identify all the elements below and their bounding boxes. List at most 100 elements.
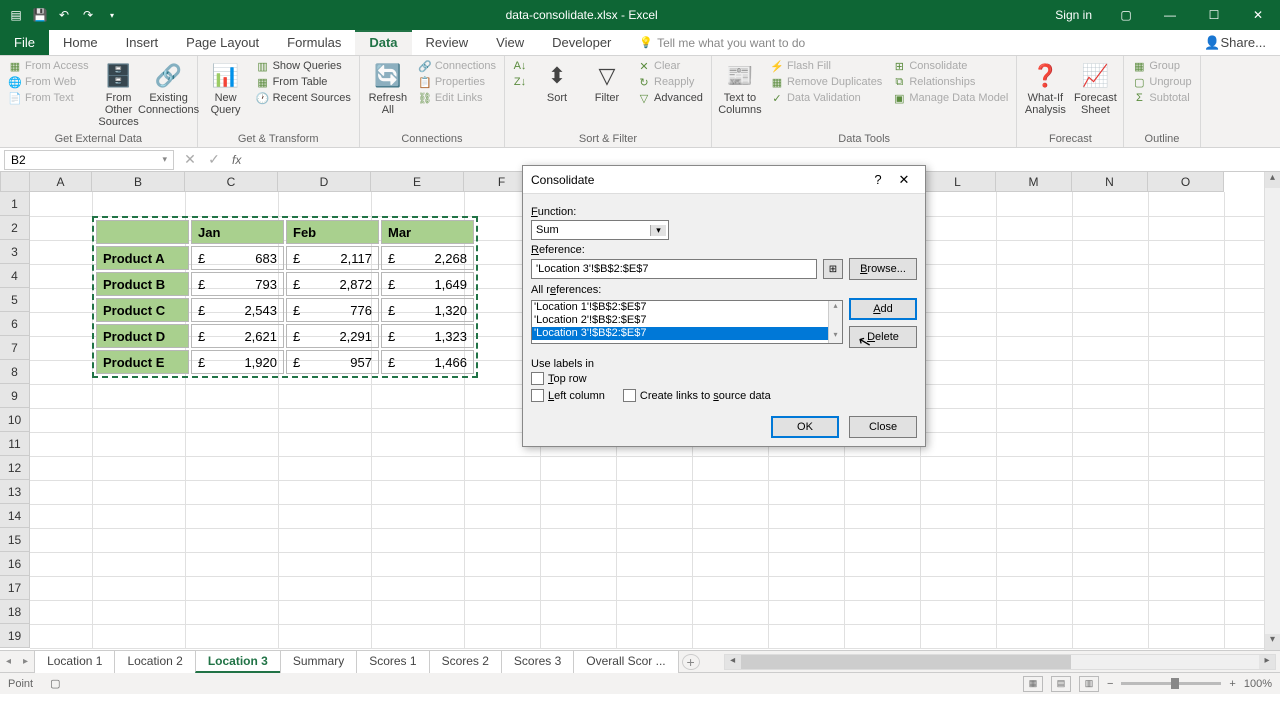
left-column-checkbox[interactable] (531, 389, 544, 402)
all-references-listbox[interactable]: 'Location 1'!$B$2:$E$7'Location 2'!$B$2:… (531, 300, 843, 344)
subtotal-button[interactable]: ΣSubtotal (1128, 90, 1195, 106)
sort-az-button[interactable]: A↓ (509, 58, 531, 74)
sheet-tab[interactable]: Overall Scor ... (573, 650, 678, 673)
row-header-19[interactable]: 19 (0, 624, 30, 648)
column-header-A[interactable]: A (30, 172, 92, 192)
function-select[interactable]: Sum ▾ (531, 220, 669, 240)
ribbon-options-icon[interactable]: ▢ (1104, 0, 1148, 30)
name-box-dropdown-icon[interactable]: ▾ (162, 154, 167, 165)
connections-button[interactable]: 🔗Connections (414, 58, 500, 74)
view-normal-icon[interactable]: ▦ (1023, 676, 1043, 692)
clear-button[interactable]: ✕Clear (633, 58, 707, 74)
ok-button[interactable]: OK (771, 416, 839, 438)
horizontal-scrollbar[interactable]: ◂ ▸ (724, 654, 1276, 670)
column-header-N[interactable]: N (1072, 172, 1148, 192)
hscroll-left-icon[interactable]: ◂ (725, 655, 741, 669)
sheet-nav-prev-icon[interactable]: ◂ (0, 656, 17, 667)
column-header-M[interactable]: M (996, 172, 1072, 192)
tab-review[interactable]: Review (412, 30, 483, 55)
row-header-10[interactable]: 10 (0, 408, 30, 432)
close-button[interactable]: Close (849, 416, 917, 438)
show-queries-button[interactable]: ▥Show Queries (252, 58, 355, 74)
text-to-columns-button[interactable]: 📰Text to Columns (716, 58, 764, 118)
list-item[interactable]: 'Location 3'!$B$2:$E$7 (532, 327, 842, 340)
view-page-break-icon[interactable]: ▥ (1079, 676, 1099, 692)
flash-fill-button[interactable]: ⚡Flash Fill (766, 58, 886, 74)
consolidate-button[interactable]: ⊞Consolidate (888, 58, 1012, 74)
hscroll-right-icon[interactable]: ▸ (1259, 655, 1275, 669)
tab-data[interactable]: Data (355, 30, 411, 55)
ungroup-button[interactable]: ▢Ungroup (1128, 74, 1195, 90)
add-button[interactable]: Add (849, 298, 917, 320)
listbox-scrollbar[interactable]: ▴ ▾ (828, 301, 842, 343)
scroll-up-icon[interactable]: ▴ (1265, 172, 1280, 188)
tab-developer[interactable]: Developer (538, 30, 625, 55)
column-header-L[interactable]: L (920, 172, 996, 192)
sheet-tab[interactable]: Summary (280, 650, 357, 673)
sheet-tab[interactable]: Scores 2 (429, 650, 502, 673)
what-if-button[interactable]: ❓What-If Analysis (1021, 58, 1069, 118)
reference-input[interactable]: 'Location 3'!$B$2:$E$7 (531, 259, 817, 279)
row-header-6[interactable]: 6 (0, 312, 30, 336)
list-item[interactable]: 'Location 2'!$B$2:$E$7 (532, 314, 842, 327)
row-header-4[interactable]: 4 (0, 264, 30, 288)
from-web-button[interactable]: 🌐From Web (4, 74, 93, 90)
row-header-16[interactable]: 16 (0, 552, 30, 576)
manage-data-model-button[interactable]: ▣Manage Data Model (888, 90, 1012, 106)
from-other-sources-button[interactable]: 🗄️From Other Sources (95, 58, 143, 130)
row-header-12[interactable]: 12 (0, 456, 30, 480)
tab-insert[interactable]: Insert (112, 30, 173, 55)
row-header-1[interactable]: 1 (0, 192, 30, 216)
remove-duplicates-button[interactable]: ▦Remove Duplicates (766, 74, 886, 90)
new-query-button[interactable]: 📊New Query (202, 58, 250, 118)
minimize-button[interactable]: — (1148, 0, 1192, 30)
group-button[interactable]: ▦Group (1128, 58, 1195, 74)
listbox-scroll-up-icon[interactable]: ▴ (829, 301, 842, 314)
tab-view[interactable]: View (482, 30, 538, 55)
sheet-tab[interactable]: Scores 1 (356, 650, 429, 673)
relationships-button[interactable]: ⧉Relationships (888, 74, 1012, 90)
dialog-help-button[interactable]: ? (865, 172, 891, 187)
from-table-button[interactable]: ▦From Table (252, 74, 355, 90)
cancel-formula-icon[interactable]: ✕ (178, 151, 202, 168)
existing-connections-button[interactable]: 🔗Existing Connections (145, 58, 193, 118)
row-header-2[interactable]: 2 (0, 216, 30, 240)
dialog-title-bar[interactable]: Consolidate ? ✕ (523, 166, 925, 194)
properties-button[interactable]: 📋Properties (414, 74, 500, 90)
delete-button[interactable]: Delete (849, 326, 917, 348)
from-text-button[interactable]: 📄From Text (4, 90, 93, 106)
dialog-close-button[interactable]: ✕ (891, 172, 917, 188)
row-header-18[interactable]: 18 (0, 600, 30, 624)
browse-button[interactable]: Browse... (849, 258, 917, 280)
sheet-nav-next-icon[interactable]: ▸ (17, 656, 34, 667)
column-header-C[interactable]: C (185, 172, 278, 192)
save-icon[interactable]: 💾 (32, 7, 48, 23)
zoom-slider[interactable] (1121, 682, 1221, 685)
column-header-D[interactable]: D (278, 172, 371, 192)
tell-me-search[interactable]: Tell me what you want to do (625, 30, 819, 55)
create-links-checkbox[interactable] (623, 389, 636, 402)
refresh-all-button[interactable]: 🔄Refresh All (364, 58, 412, 118)
row-header-5[interactable]: 5 (0, 288, 30, 312)
close-window-button[interactable]: ✕ (1236, 0, 1280, 30)
qa-customize-icon[interactable]: ▾ (104, 7, 120, 23)
column-header-O[interactable]: O (1148, 172, 1224, 192)
tab-formulas[interactable]: Formulas (273, 30, 355, 55)
sort-za-button[interactable]: Z↓ (509, 74, 531, 90)
list-item[interactable]: 'Location 1'!$B$2:$E$7 (532, 301, 842, 314)
sheet-tab[interactable]: Scores 3 (501, 650, 574, 673)
fx-icon[interactable]: fx (232, 153, 241, 167)
forecast-sheet-button[interactable]: 📈Forecast Sheet (1071, 58, 1119, 118)
row-header-14[interactable]: 14 (0, 504, 30, 528)
column-header-B[interactable]: B (92, 172, 185, 192)
enter-formula-icon[interactable]: ✓ (202, 151, 226, 168)
top-row-checkbox[interactable] (531, 372, 544, 385)
sign-in-link[interactable]: Sign in (1043, 8, 1104, 22)
data-validation-button[interactable]: ✓Data Validation (766, 90, 886, 106)
reapply-button[interactable]: ↻Reapply (633, 74, 707, 90)
hscroll-thumb[interactable] (741, 655, 1071, 669)
sheet-tab[interactable]: Location 3 (195, 650, 281, 673)
row-header-8[interactable]: 8 (0, 360, 30, 384)
edit-links-button[interactable]: ⛓Edit Links (414, 90, 500, 106)
column-header-E[interactable]: E (371, 172, 464, 192)
